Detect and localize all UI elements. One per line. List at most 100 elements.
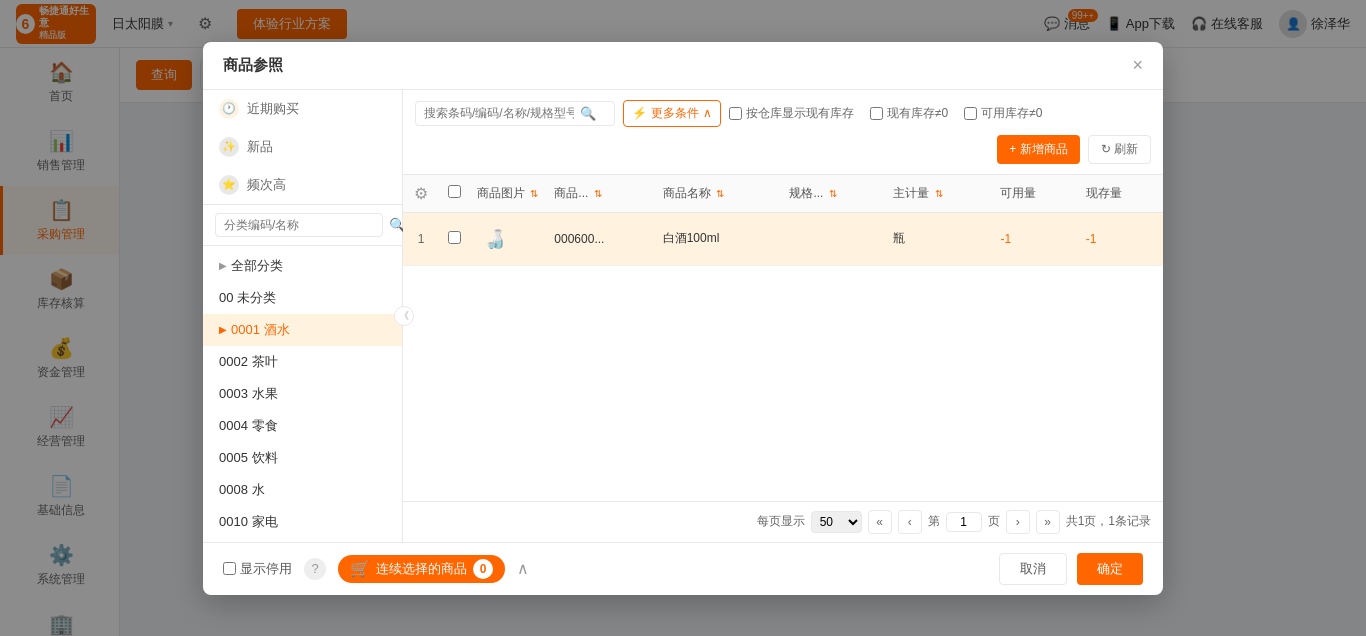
unit-col-header: 主计量 ⇅ [885,175,992,213]
appliances-cat-label: 0010 家电 [219,513,278,531]
category-item-fruits[interactable]: 0003 水果 [203,378,402,410]
frequent-tab-label: 频次高 [247,176,286,194]
first-page-button[interactable]: « [868,510,892,534]
category-item-liquor[interactable]: ▶ 0001 酒水 [203,314,402,346]
collapse-panel-button[interactable]: 《 [394,306,414,326]
category-item-water[interactable]: 0008 水 [203,474,402,506]
nonzero-stock-label: 现有库存≠0 [887,105,948,122]
nonzero-stock-checkbox[interactable]: 现有库存≠0 [870,105,948,122]
row-image-cell: 🍶 [469,212,546,265]
product-table-body: 1 🍶 000600... [403,212,1163,265]
checkbox-col-header [439,175,469,213]
category-search-bar: 🔍 [203,205,402,246]
modal-close-button[interactable]: × [1132,56,1143,74]
pagination-bar: 每页显示 50 100 200 « ‹ 第 页 › » 共1页，1条记录 [403,501,1163,542]
filter-chevron: ∧ [703,106,712,120]
spec-col-label: 规格... [789,186,823,200]
recent-purchase-tab[interactable]: 🕐 近期购买 [203,90,402,128]
page-number-input[interactable] [946,512,982,532]
code-sort-icon[interactable]: ⇅ [594,188,602,199]
table-row[interactable]: 1 🍶 000600... [403,212,1163,265]
category-item-tea[interactable]: 0002 茶叶 [203,346,402,378]
category-search-input[interactable] [215,213,383,237]
add-product-button[interactable]: + 新增商品 [997,135,1079,164]
frequent-tab[interactable]: ⭐ 频次高 [203,166,402,204]
name-col-header: 商品名称 ⇅ [655,175,782,213]
water-cat-label: 0008 水 [219,481,265,499]
show-disabled-label: 显示停用 [240,560,292,578]
total-pages-label: 共1页，1条记录 [1066,513,1151,530]
stock-col-header: 现存量 [1078,175,1163,213]
footer-left: 显示停用 [223,560,292,578]
product-unit: 瓶 [893,231,905,245]
category-panel: 🕐 近期购买 ✨ 新品 ⭐ 频次高 🔍 [203,90,403,542]
product-available: -1 [1000,232,1011,246]
product-table: ⚙ 商品图片 ⇅ 商品... [403,175,1163,266]
filter-label: 更多条件 [651,105,699,122]
cart-area[interactable]: 🛒 连续选择的商品 0 [338,555,505,583]
img-sort-icon[interactable]: ⇅ [530,188,538,199]
settings-col-header: ⚙ [403,175,439,213]
spec-sort-icon[interactable]: ⇅ [829,188,837,199]
available-stock-input[interactable] [964,107,977,120]
next-page-button[interactable]: › [1006,510,1030,534]
show-disabled-checkbox[interactable]: 显示停用 [223,560,292,578]
warehouse-stock-label: 按仓库显示现有库存 [746,105,854,122]
last-page-button[interactable]: » [1036,510,1060,534]
help-icon[interactable]: ? [304,558,326,580]
name-col-label: 商品名称 [663,186,711,200]
recent-icon: 🕐 [219,99,239,119]
unit-sort-icon[interactable]: ⇅ [935,188,943,199]
cart-count-badge: 0 [473,559,493,579]
new-icon: ✨ [219,137,239,157]
product-table-wrap: ⚙ 商品图片 ⇅ 商品... [403,175,1163,501]
category-item-snacks[interactable]: 0004 零食 [203,410,402,442]
new-tab-label: 新品 [247,138,273,156]
product-panel: 🔍 ⚡ 更多条件 ∧ 按仓库显示现有库存 现 [403,90,1163,542]
recent-tab-label: 近期购买 [247,100,299,118]
collapse-cart-button[interactable]: ∧ [517,559,529,578]
liquor-cat-label: 0001 酒水 [231,321,290,339]
cancel-button[interactable]: 取消 [999,553,1067,585]
img-col-header: 商品图片 ⇅ [469,175,546,213]
product-toolbar: 🔍 ⚡ 更多条件 ∧ 按仓库显示现有库存 现 [403,90,1163,175]
more-filters-button[interactable]: ⚡ 更多条件 ∧ [623,100,721,127]
available-stock-label: 可用库存≠0 [981,105,1042,122]
modal-overlay: 商品参照 × 🕐 近期购买 ✨ 新品 ⭐ [0,0,1366,636]
page-suffix: 页 [988,513,1000,530]
new-products-tab[interactable]: ✨ 新品 [203,128,402,166]
fruits-cat-label: 0003 水果 [219,385,278,403]
category-item-uncategorized[interactable]: 00 未分类 [203,282,402,314]
product-name: 白酒100ml [663,231,720,245]
name-sort-icon[interactable]: ⇅ [716,188,724,199]
product-search-icon[interactable]: 🔍 [580,106,596,121]
product-search-input[interactable] [424,106,574,120]
per-page-select[interactable]: 50 100 200 [811,511,862,533]
modal-title: 商品参照 [223,56,283,75]
show-disabled-input[interactable] [223,562,236,575]
liquor-cat-arrow: ▶ [219,324,227,335]
category-item-all[interactable]: ▶ 全部分类 [203,250,402,282]
column-settings-icon[interactable]: ⚙ [414,185,428,202]
available-stock-checkbox[interactable]: 可用库存≠0 [964,105,1042,122]
filter-icon: ⚡ [632,106,647,120]
warehouse-stock-checkbox[interactable]: 按仓库显示现有库存 [729,105,854,122]
product-search-box: 🔍 [415,101,615,126]
per-page-label: 每页显示 [757,513,805,530]
confirm-button[interactable]: 确定 [1077,553,1143,585]
refresh-button[interactable]: ↻ 刷新 [1088,135,1151,164]
row-available-cell: -1 [992,212,1077,265]
nonzero-stock-input[interactable] [870,107,883,120]
row-checkbox[interactable] [448,231,461,244]
spec-col-header: 规格... ⇅ [781,175,885,213]
select-all-checkbox[interactable] [448,185,461,198]
prev-page-button[interactable]: ‹ [898,510,922,534]
category-list: ▶ 全部分类 00 未分类 ▶ 0001 酒水 0002 茶叶 0003 水果 [203,246,402,542]
available-col-header: 可用量 [992,175,1077,213]
category-item-appliances[interactable]: 0010 家电 [203,506,402,538]
drinks-cat-label: 0005 饮料 [219,449,278,467]
warehouse-stock-input[interactable] [729,107,742,120]
product-reference-modal: 商品参照 × 🕐 近期购买 ✨ 新品 ⭐ [203,42,1163,595]
category-item-drinks[interactable]: 0005 饮料 [203,442,402,474]
tea-cat-label: 0002 茶叶 [219,353,278,371]
